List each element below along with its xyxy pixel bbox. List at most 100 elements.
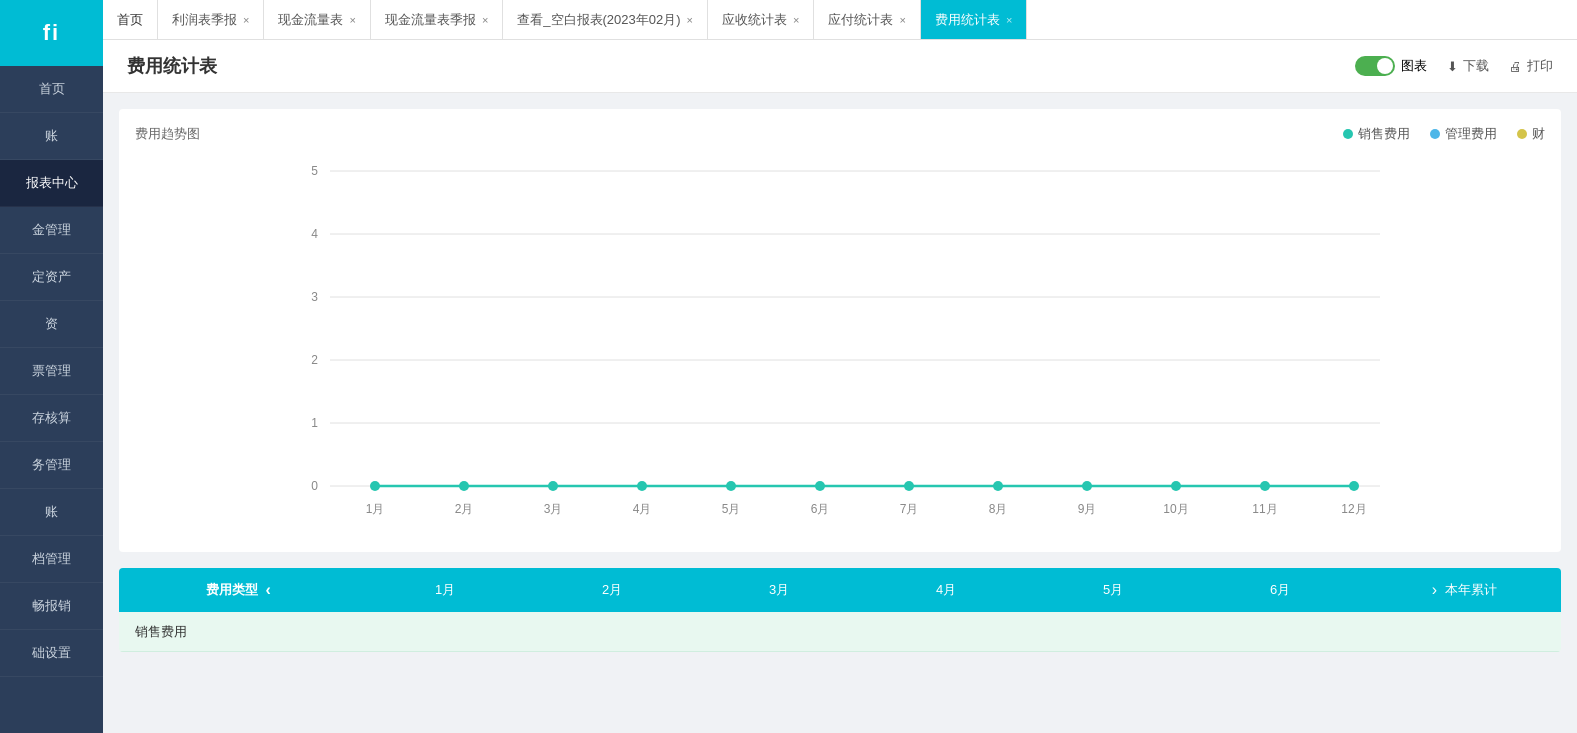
tab-home-label: 首页 — [117, 11, 143, 29]
tab-payable-stats[interactable]: 应付统计表 × — [814, 0, 920, 39]
legend-dot-sales — [1343, 129, 1353, 139]
print-button[interactable]: 🖨 打印 — [1509, 57, 1553, 75]
sidebar-item-investment[interactable]: 资 — [0, 301, 103, 348]
print-label: 打印 — [1527, 57, 1553, 75]
legend-label-admin: 管理费用 — [1445, 125, 1497, 143]
sidebar-item-write-off[interactable]: 畅报销 — [0, 583, 103, 630]
chart-wrapper: 5 4 3 2 1 0 — [135, 153, 1545, 536]
header-actions: 图表 ⬇ 下载 🖨 打印 — [1355, 56, 1553, 76]
tab-receivable-stats-label: 应收统计表 — [722, 11, 787, 29]
legend-label-finance: 财 — [1532, 125, 1545, 143]
svg-text:4: 4 — [311, 227, 318, 241]
svg-text:0: 0 — [311, 479, 318, 493]
chart-point-9 — [1082, 481, 1092, 491]
th-m6-label: 6月 — [1270, 581, 1290, 599]
svg-text:1: 1 — [311, 416, 318, 430]
chart-toggle-wrap[interactable]: 图表 — [1355, 56, 1427, 76]
tab-payable-stats-close[interactable]: × — [899, 14, 905, 26]
sidebar-item-service-mgmt[interactable]: 务管理 — [0, 442, 103, 489]
tab-receivable-stats-close[interactable]: × — [793, 14, 799, 26]
chart-section: 费用趋势图 销售费用 管理费用 财 — [119, 109, 1561, 552]
th-ytd: › 本年累计 — [1364, 581, 1561, 599]
chart-point-5 — [726, 481, 736, 491]
chart-point-10 — [1171, 481, 1181, 491]
svg-text:3月: 3月 — [544, 502, 563, 516]
tab-cashflow-quarterly-close[interactable]: × — [482, 14, 488, 26]
sidebar-item-inventory[interactable]: 存核算 — [0, 395, 103, 442]
print-icon: 🖨 — [1509, 59, 1522, 74]
svg-text:11月: 11月 — [1252, 502, 1277, 516]
svg-text:2: 2 — [311, 353, 318, 367]
sidebar-item-invoice-mgmt[interactable]: 票管理 — [0, 348, 103, 395]
tab-receivable-stats[interactable]: 应收统计表 × — [708, 0, 814, 39]
svg-text:12月: 12月 — [1341, 502, 1366, 516]
tab-cashflow-close[interactable]: × — [349, 14, 355, 26]
legend-dot-admin — [1430, 129, 1440, 139]
svg-text:3: 3 — [311, 290, 318, 304]
th-m3: 3月 — [696, 581, 863, 599]
download-icon: ⬇ — [1447, 59, 1458, 74]
th-type: 费用类型 ‹ — [119, 581, 362, 599]
tab-cashflow-quarterly[interactable]: 现金流量表季报 × — [371, 0, 503, 39]
tab-expense-stats-close[interactable]: × — [1006, 14, 1012, 26]
next-months-arrow[interactable]: › — [1428, 581, 1441, 599]
legend-label-sales: 销售费用 — [1358, 125, 1410, 143]
svg-text:5月: 5月 — [722, 502, 741, 516]
th-m4-label: 4月 — [936, 581, 956, 599]
table-header-row: 费用类型 ‹ 1月 2月 3月 4月 5月 — [119, 568, 1561, 612]
chart-point-8 — [993, 481, 1003, 491]
tab-blank-report-close[interactable]: × — [687, 14, 693, 26]
chart-point-11 — [1260, 481, 1270, 491]
th-ytd-label: 本年累计 — [1445, 581, 1497, 599]
tab-expense-stats[interactable]: 费用统计表 × — [921, 0, 1027, 39]
tab-bar: 首页 利润表季报 × 现金流量表 × 现金流量表季报 × 查看_空白报表(202… — [103, 0, 1577, 40]
tab-cashflow-quarterly-label: 现金流量表季报 — [385, 11, 476, 29]
tab-cashflow[interactable]: 现金流量表 × — [264, 0, 370, 39]
sidebar-item-receivables[interactable]: 账 — [0, 489, 103, 536]
th-m4: 4月 — [863, 581, 1030, 599]
chart-toggle-label: 图表 — [1401, 57, 1427, 75]
chart-header: 费用趋势图 销售费用 管理费用 财 — [135, 125, 1545, 143]
svg-text:7月: 7月 — [900, 502, 919, 516]
chart-point-1 — [370, 481, 380, 491]
th-m2-label: 2月 — [602, 581, 622, 599]
th-type-label: 费用类型 — [206, 581, 258, 599]
chart-point-2 — [459, 481, 469, 491]
table-row: 销售费用 — [119, 612, 1561, 652]
download-button[interactable]: ⬇ 下载 — [1447, 57, 1489, 75]
chart-point-6 — [815, 481, 825, 491]
svg-text:1月: 1月 — [366, 502, 385, 516]
download-label: 下载 — [1463, 57, 1489, 75]
svg-text:2月: 2月 — [455, 502, 474, 516]
svg-text:6月: 6月 — [811, 502, 830, 516]
tab-profit-quarterly-close[interactable]: × — [243, 14, 249, 26]
svg-text:9月: 9月 — [1078, 502, 1097, 516]
tab-profit-quarterly-label: 利润表季报 — [172, 11, 237, 29]
tab-blank-report[interactable]: 查看_空白报表(2023年02月) × — [503, 0, 708, 39]
tab-profit-quarterly[interactable]: 利润表季报 × — [158, 0, 264, 39]
content-area: 费用统计表 图表 ⬇ 下载 🖨 打印 费用趋势图 — [103, 40, 1577, 733]
tab-home[interactable]: 首页 — [103, 0, 158, 39]
legend-dot-finance — [1517, 129, 1527, 139]
sidebar-item-archive-mgmt[interactable]: 档管理 — [0, 536, 103, 583]
svg-text:10月: 10月 — [1163, 502, 1188, 516]
sidebar-item-home[interactable]: 首页 — [0, 66, 103, 113]
sidebar: fi 首页 账 报表中心 金管理 定资产 资 票管理 存核算 务管理 账 档管理… — [0, 0, 103, 733]
chart-toggle[interactable] — [1355, 56, 1395, 76]
sidebar-item-fund-mgmt[interactable]: 金管理 — [0, 207, 103, 254]
sidebar-item-account[interactable]: 账 — [0, 113, 103, 160]
table-section: 费用类型 ‹ 1月 2月 3月 4月 5月 — [119, 568, 1561, 652]
sidebar-item-fixed-assets[interactable]: 定资产 — [0, 254, 103, 301]
chart-title: 费用趋势图 — [135, 125, 200, 143]
main-area: 首页 利润表季报 × 现金流量表 × 现金流量表季报 × 查看_空白报表(202… — [103, 0, 1577, 733]
sidebar-item-base-settings[interactable]: 础设置 — [0, 630, 103, 677]
prev-months-arrow[interactable]: ‹ — [262, 581, 275, 599]
svg-text:8月: 8月 — [989, 502, 1008, 516]
line-chart-svg: 5 4 3 2 1 0 — [135, 153, 1545, 533]
legend-item-sales: 销售费用 — [1343, 125, 1410, 143]
sidebar-item-report-center[interactable]: 报表中心 — [0, 160, 103, 207]
th-m6: 6月 — [1197, 581, 1364, 599]
chart-point-7 — [904, 481, 914, 491]
legend-item-finance: 财 — [1517, 125, 1545, 143]
svg-text:5: 5 — [311, 164, 318, 178]
